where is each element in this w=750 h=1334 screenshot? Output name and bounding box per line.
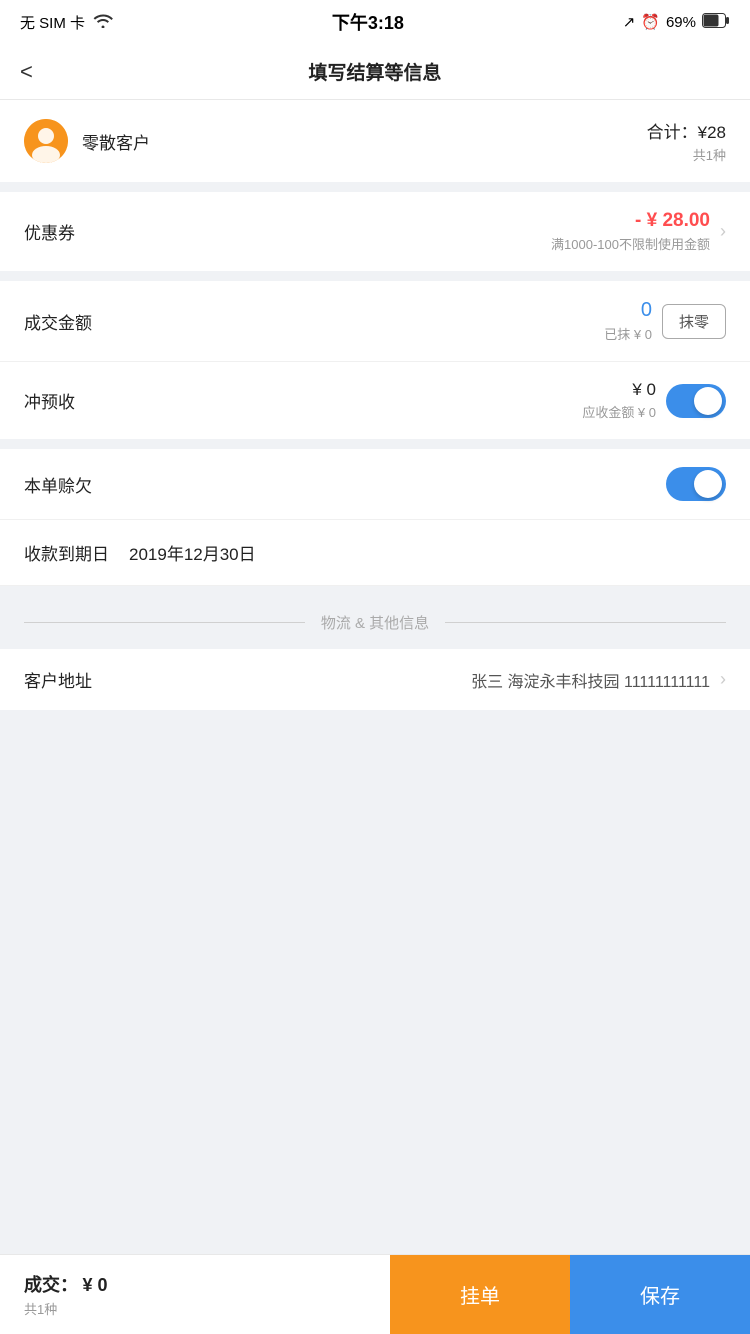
back-button[interactable]: < [20,59,33,85]
save-button[interactable]: 保存 [570,1255,750,1334]
logistics-text: 物流 & 其他信息 [321,612,429,633]
no-sim-text: 无 SIM 卡 [20,12,85,33]
deal-amount-sub: 已抹 ¥ 0 [604,324,652,343]
hang-button-label: 挂单 [460,1280,500,1309]
debit-toggle-knob [694,470,722,498]
bottom-deal-value: ¥ 0 [82,1275,107,1295]
status-left: 无 SIM 卡 [20,12,113,33]
save-button-label: 保存 [640,1280,680,1309]
pre-charge-value: ¥ 0 [582,380,656,400]
bottom-count: 共1种 [24,1299,366,1318]
round-zero-button[interactable]: 抹零 [662,304,726,339]
customer-total: 合计：¥28 [647,118,726,143]
status-time: 下午3:18 [332,9,404,35]
page-title: 填写结算等信息 [308,58,441,85]
address-section: 客户地址 张三 海淀永丰科技园 11111111111 › [0,649,750,710]
deal-section: 成交金额 0 已抹 ¥ 0 抹零 冲预收 ¥ 0 应收金额 ¥ 0 [0,281,750,439]
debit-label: 本单赊欠 [24,472,92,497]
deal-amount-row: 成交金额 0 已抹 ¥ 0 抹零 [0,281,750,362]
coupon-section: 优惠券 - ¥ 28.00 满1000-100不限制使用金额 › [0,192,750,271]
address-value: 张三 海淀永丰科技园 11111111111 [471,668,710,692]
pre-charge-toggle[interactable] [666,384,726,418]
pre-charge-label: 冲预收 [24,388,75,413]
coupon-discount: - ¥ 28.00 [551,210,710,232]
due-date-row: 收款到期日 2019年12月30日 [0,520,750,586]
hang-button[interactable]: 挂单 [390,1255,570,1334]
customer-avatar [24,119,68,163]
address-chevron-icon: › [720,669,726,690]
customer-section: 零散客户 合计：¥28 共1种 [0,100,750,182]
customer-count: 共1种 [647,145,726,164]
deal-amount-label: 成交金额 [24,309,92,334]
coupon-label: 优惠券 [24,219,75,244]
status-right: ↗ ⏰ 69% [623,13,730,32]
customer-left: 零散客户 [24,119,150,163]
coupon-row[interactable]: 优惠券 - ¥ 28.00 满1000-100不限制使用金额 › [0,192,750,271]
debit-section: 本单赊欠 收款到期日 2019年12月30日 [0,449,750,586]
nav-bar: < 填写结算等信息 [0,44,750,100]
alarm-icon: ⏰ [641,13,660,31]
bottom-info: 成交： ¥ 0 共1种 [0,1271,390,1318]
toggle-knob [694,387,722,415]
due-date-value[interactable]: 2019年12月30日 [129,540,256,565]
logistics-line-right [445,622,726,623]
deal-amount-value[interactable]: 0 [604,299,652,322]
battery-icon [702,13,730,32]
customer-summary: 合计：¥28 共1种 [647,118,726,164]
bottom-bar: 成交： ¥ 0 共1种 挂单 保存 [0,1254,750,1334]
due-date-label: 收款到期日 [24,540,109,565]
debit-right [666,467,726,501]
debit-toggle[interactable] [666,467,726,501]
logistics-line-left [24,622,305,623]
coupon-right: - ¥ 28.00 满1000-100不限制使用金额 › [551,210,726,253]
battery-text: 69% [666,14,696,31]
content: 零散客户 合计：¥28 共1种 优惠券 - ¥ 28.00 满1000-100不… [0,100,750,810]
coupon-sub: 满1000-100不限制使用金额 [551,234,710,253]
pre-charge-row: 冲预收 ¥ 0 应收金额 ¥ 0 [0,362,750,439]
wifi-icon [93,13,113,32]
pre-charge-sub: 应收金额 ¥ 0 [582,402,656,421]
logistics-divider: 物流 & 其他信息 [0,596,750,649]
bottom-deal-prefix: 成交： [24,1275,78,1295]
deal-amount-right: 0 已抹 ¥ 0 抹零 [604,299,726,343]
coupon-chevron-icon: › [720,221,726,242]
location-icon: ↗ [623,13,636,31]
status-bar: 无 SIM 卡 下午3:18 ↗ ⏰ 69% [0,0,750,44]
pre-charge-right: ¥ 0 应收金额 ¥ 0 [582,380,726,421]
address-label: 客户地址 [24,667,92,692]
bottom-deal-label: 成交： ¥ 0 [24,1271,366,1297]
address-row[interactable]: 客户地址 张三 海淀永丰科技园 11111111111 › [0,649,750,710]
address-right: 张三 海淀永丰科技园 11111111111 › [471,668,726,692]
debit-row: 本单赊欠 [0,449,750,520]
customer-name: 零散客户 [82,129,150,154]
